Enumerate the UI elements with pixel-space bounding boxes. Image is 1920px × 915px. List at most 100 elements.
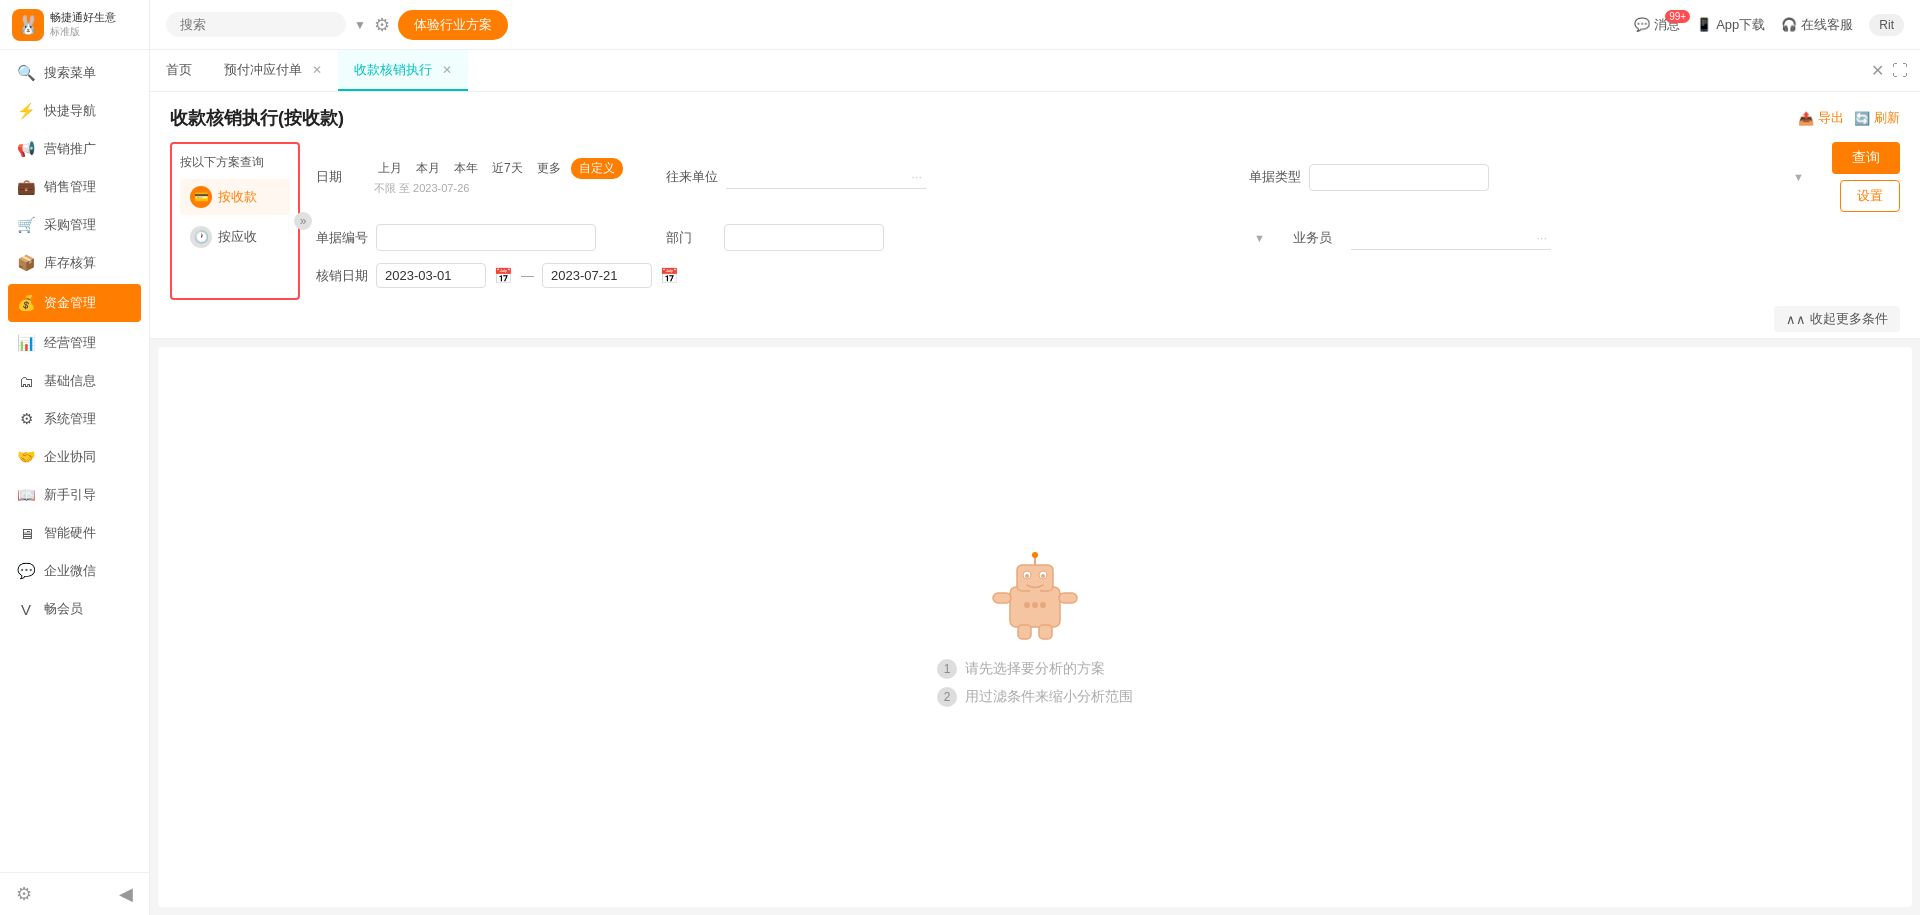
sidebar-item-label: 经营管理: [44, 334, 96, 352]
service-button[interactable]: 🎧 在线客服: [1781, 16, 1853, 34]
dept-chevron-icon: ▼: [1254, 232, 1265, 244]
close-all-tabs-icon[interactable]: ✕: [1871, 61, 1884, 80]
verify-date-end-input[interactable]: [542, 263, 652, 288]
dept-label: 部门: [666, 229, 716, 247]
svg-rect-6: [1030, 590, 1040, 594]
sidebar-item-label: 库存核算: [44, 254, 96, 272]
query-option-by-receivable[interactable]: 🕐 按应收: [180, 219, 290, 255]
filter-row-actions: 查询 设置: [1832, 142, 1900, 212]
doc-no-filter-group: 单据编号: [316, 224, 646, 251]
query-option-receipt-label: 按收款: [218, 188, 257, 206]
collapse-more-bar: ∧∧ 收起更多条件: [150, 300, 1920, 339]
partner-filter-group: 往来单位 ···: [666, 165, 1229, 189]
sidebar-menu: 🔍 搜索菜单 ⚡ 快捷导航 📢 营销推广 💼 销售管理 🛒 采购管理 📦 库存核…: [0, 50, 149, 872]
date-last-month[interactable]: 上月: [374, 158, 406, 179]
message-button[interactable]: 💬 消息 99+: [1634, 16, 1680, 34]
app-download-button[interactable]: 📱 App下载: [1696, 16, 1765, 34]
receivable-icon: 🕐: [190, 226, 212, 248]
empty-hints: 1 请先选择要分析的方案 2 用过滤条件来缩小分析范围: [937, 659, 1133, 707]
verify-date-start-input[interactable]: [376, 263, 486, 288]
sidebar-item-system[interactable]: ⚙ 系统管理: [0, 400, 149, 438]
query-option-by-receipt[interactable]: 💳 按收款: [180, 179, 290, 215]
sidebar-item-hardware[interactable]: 🖥 智能硬件: [0, 514, 149, 552]
sidebar-collapse-arrow[interactable]: »: [294, 212, 312, 230]
empty-state: 1 请先选择要分析的方案 2 用过滤条件来缩小分析范围: [158, 347, 1912, 907]
sidebar-item-basic[interactable]: 🗂 基础信息: [0, 362, 149, 400]
sidebar-item-inventory[interactable]: 📦 库存核算: [0, 244, 149, 282]
marketing-icon: 📢: [16, 140, 36, 158]
topbar-dropdown-arrow[interactable]: ▼: [354, 18, 366, 32]
sidebar-item-search[interactable]: 🔍 搜索菜单: [0, 54, 149, 92]
svg-point-13: [1024, 602, 1030, 608]
sidebar-item-finance[interactable]: 💰 资金管理: [8, 284, 141, 322]
export-button[interactable]: 📤 导出: [1798, 109, 1844, 127]
filter-row-2: 单据编号 部门 ▼ 业务员 ···: [316, 224, 1900, 251]
sidebar-item-quick[interactable]: ⚡ 快捷导航: [0, 92, 149, 130]
svg-rect-10: [1039, 625, 1052, 639]
guide-icon: 📖: [16, 486, 36, 504]
sidebar-item-label: 快捷导航: [44, 102, 96, 120]
user-label: Rit: [1879, 18, 1894, 32]
inventory-icon: 📦: [16, 254, 36, 272]
tab-prepay[interactable]: 预付冲应付单 ✕: [208, 50, 338, 91]
svg-point-5: [1041, 574, 1045, 578]
tab-prepay-close-icon[interactable]: ✕: [312, 63, 322, 77]
sidebar-item-marketing[interactable]: 📢 营销推广: [0, 130, 149, 168]
sidebar-item-label: 智能硬件: [44, 524, 96, 542]
doc-type-select[interactable]: [1309, 164, 1489, 191]
refresh-icon: 🔄: [1854, 111, 1870, 126]
page-title: 收款核销执行(按收款): [170, 106, 344, 130]
tab-receipt[interactable]: 收款核销执行 ✕: [338, 50, 468, 91]
doc-type-filter-group: 单据类型 ▼: [1249, 164, 1812, 191]
verify-date-end-cal-icon[interactable]: 📅: [660, 267, 679, 285]
date-this-month[interactable]: 本月: [412, 158, 444, 179]
app-label: App下载: [1716, 16, 1765, 34]
dept-select[interactable]: [724, 224, 884, 251]
svg-rect-7: [993, 593, 1011, 603]
search-icon: 🔍: [16, 64, 36, 82]
filter-row-3: 核销日期 📅 — 📅: [316, 263, 1900, 288]
sidebar-item-label: 企业微信: [44, 562, 96, 580]
date-7days[interactable]: 近7天: [488, 158, 527, 179]
doc-no-label: 单据编号: [316, 229, 368, 247]
sidebar-item-purchase[interactable]: 🛒 采购管理: [0, 206, 149, 244]
settings-gear-icon[interactable]: ⚙: [16, 883, 32, 905]
topbar-search-input[interactable]: [166, 12, 346, 37]
svg-point-4: [1025, 574, 1029, 578]
tab-home[interactable]: 首页: [150, 50, 208, 91]
sidebar-item-member[interactable]: V 畅会员: [0, 590, 149, 628]
query-button[interactable]: 查询: [1832, 142, 1900, 174]
setting-button[interactable]: 设置: [1840, 180, 1900, 212]
query-sidebar-title: 按以下方案查询: [180, 154, 290, 171]
partner-input[interactable]: ···: [726, 165, 926, 189]
sidebar-item-operation[interactable]: 📊 经营管理: [0, 324, 149, 362]
verify-date-dash: —: [521, 268, 534, 283]
purchase-icon: 🛒: [16, 216, 36, 234]
collapse-more-arrow-icon: ∧∧: [1786, 312, 1806, 327]
date-more[interactable]: 更多: [533, 158, 565, 179]
sidebar-item-guide[interactable]: 📖 新手引导: [0, 476, 149, 514]
operation-icon: 📊: [16, 334, 36, 352]
doc-no-input[interactable]: [376, 224, 596, 251]
sidebar-item-label: 营销推广: [44, 140, 96, 158]
sidebar-item-sales[interactable]: 💼 销售管理: [0, 168, 149, 206]
basic-icon: 🗂: [16, 373, 36, 390]
user-avatar[interactable]: Rit: [1869, 14, 1904, 36]
logo-icon: 🐰: [12, 9, 44, 41]
verify-date-start-cal-icon[interactable]: 📅: [494, 267, 513, 285]
refresh-button[interactable]: 🔄 刷新: [1854, 109, 1900, 127]
collapse-more-button[interactable]: ∧∧ 收起更多条件: [1774, 306, 1900, 332]
date-custom[interactable]: 自定义: [571, 158, 623, 179]
solution-button[interactable]: 体验行业方案: [398, 10, 508, 40]
date-this-year[interactable]: 本年: [450, 158, 482, 179]
svg-rect-9: [1018, 625, 1031, 639]
dept-filter-group: 部门 ▼: [666, 224, 1273, 251]
empty-robot-illustration: [985, 547, 1085, 647]
expand-icon[interactable]: ⛶: [1892, 62, 1908, 80]
tab-receipt-close-icon[interactable]: ✕: [442, 63, 452, 77]
sidebar-item-collab[interactable]: 🤝 企业协同: [0, 438, 149, 476]
collapse-sidebar-icon[interactable]: ◀: [119, 883, 133, 905]
topbar-gear-icon[interactable]: ⚙: [374, 14, 390, 36]
sidebar-item-wechat[interactable]: 💬 企业微信: [0, 552, 149, 590]
staff-input[interactable]: ···: [1351, 226, 1551, 250]
